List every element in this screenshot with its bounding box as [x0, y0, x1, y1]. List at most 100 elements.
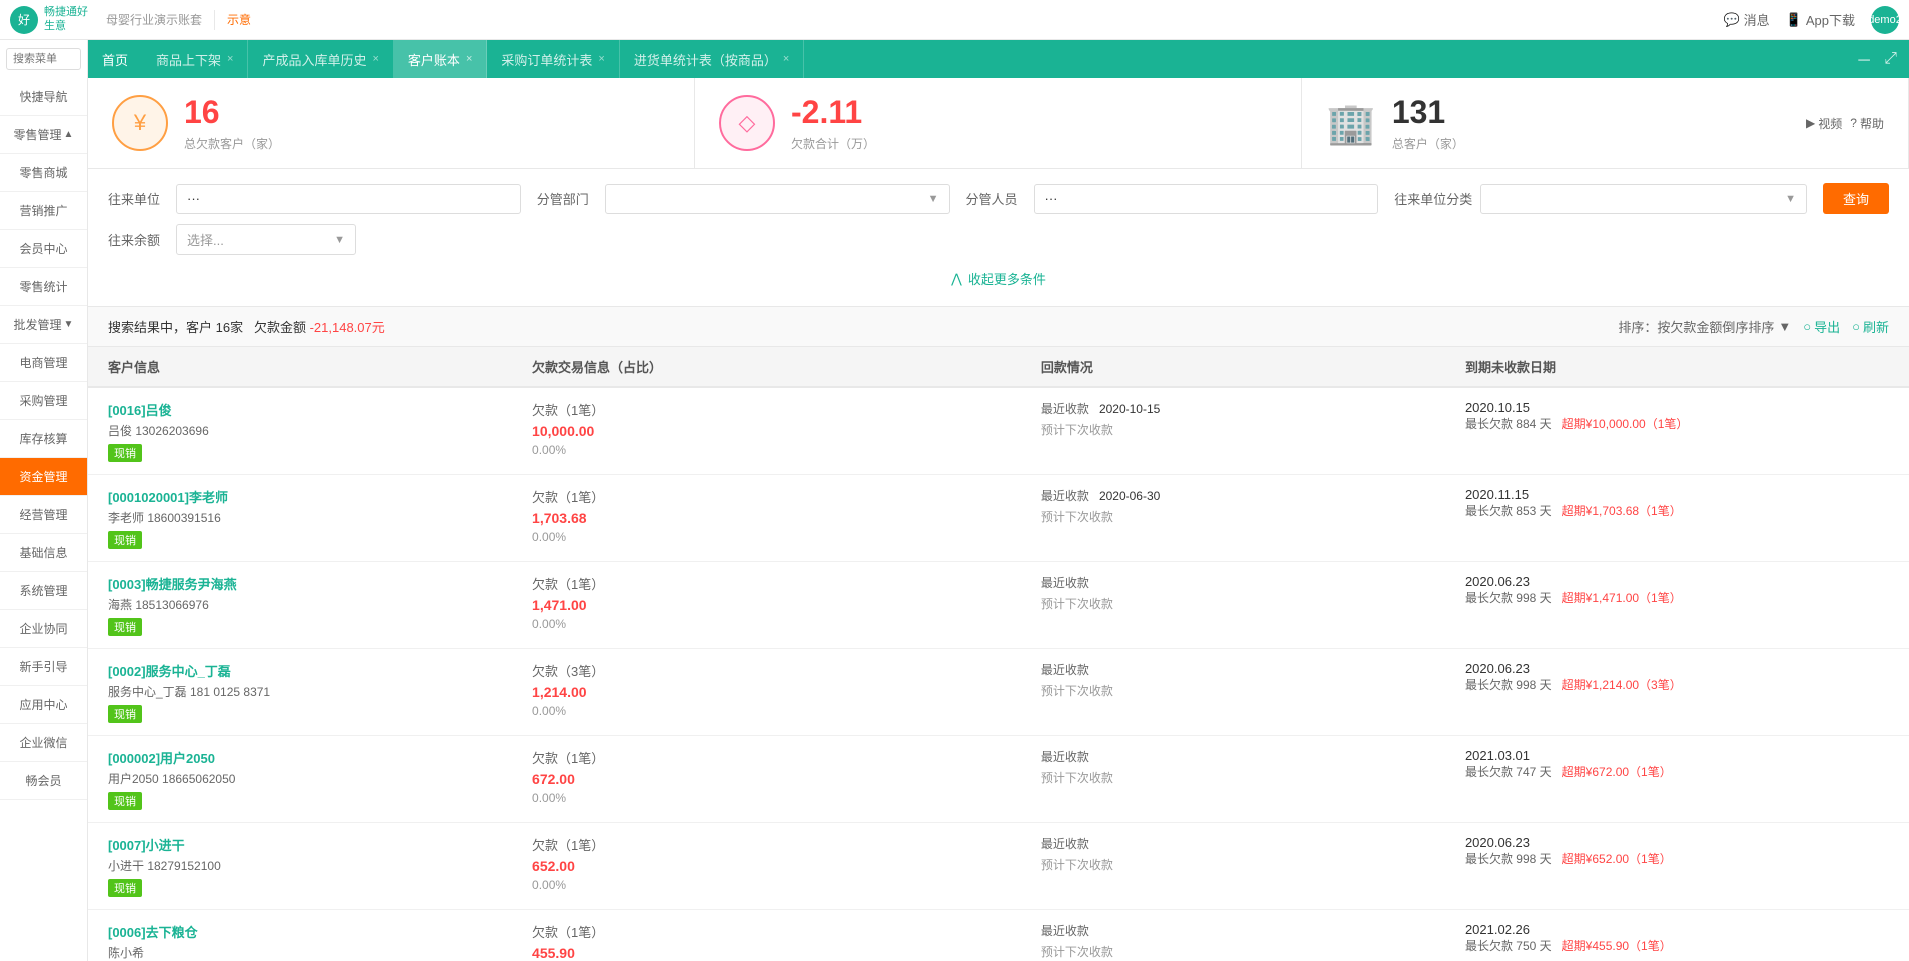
- customer-name-1[interactable]: [0016]吕俊: [108, 400, 532, 419]
- sidebar-item-retail-mall[interactable]: 零售商城: [0, 154, 87, 192]
- sidebar-item-app-center[interactable]: 应用中心: [0, 686, 87, 724]
- customer-name-7[interactable]: [0006]去下粮仓: [108, 922, 532, 941]
- tab-production-history[interactable]: 产成品入库单历史 ×: [248, 40, 393, 78]
- maximize-btn[interactable]: ⤢: [1880, 46, 1901, 72]
- homepage-link[interactable]: 示意: [227, 11, 251, 28]
- balance-select[interactable]: 选择... ▼: [176, 224, 356, 255]
- return-info-3: 最近收款 预计下次收款: [1041, 574, 1465, 612]
- sidebar-item-ecomm[interactable]: 电商管理: [0, 344, 87, 382]
- filter-row-1: 往来单位 ··· 分管部门 ▼: [108, 183, 1889, 214]
- tab-import-stats[interactable]: 进货单统计表（按商品） ×: [620, 40, 804, 78]
- tab-customer-account[interactable]: 客户账本 ×: [394, 40, 487, 78]
- sidebar-item-basic[interactable]: 基础信息: [0, 534, 87, 572]
- unit-type-label: 往来单位分类: [1394, 189, 1472, 208]
- customer-name-2[interactable]: [0001020001]李老师: [108, 487, 532, 506]
- close-icon-2[interactable]: ×: [372, 53, 378, 65]
- help-btn[interactable]: ? 帮助: [1850, 115, 1884, 132]
- return-info-2: 最近收款 2020-06-30 预计下次收款: [1041, 487, 1465, 525]
- from-unit-input[interactable]: ···: [176, 184, 521, 214]
- dept-select[interactable]: ▼: [605, 184, 950, 214]
- date-info-5: 2021.03.01 最长欠款 747 天 超期¥672.00（1笔）: [1465, 748, 1889, 780]
- play-icon: ▶: [1806, 116, 1815, 130]
- table-container: 客户信息 欠款交易信息（占比） 回款情况 到期未收款日期 [0016]吕俊 吕俊…: [88, 347, 1909, 961]
- filter-balance: 往来余额 选择... ▼: [108, 224, 1889, 255]
- customer-tag-5: 现销: [108, 792, 142, 810]
- dept-arrow-icon: ▼: [928, 193, 939, 205]
- customer-info-5: [000002]用户2050 用户2050 18665062050 现销: [108, 748, 532, 810]
- sidebar-item-marketing[interactable]: 营销推广: [0, 192, 87, 230]
- customer-info-4: [0002]服务中心_丁磊 服务中心_丁磊 181 0125 8371 现销: [108, 661, 532, 723]
- close-icon-3[interactable]: ×: [466, 53, 472, 65]
- unit-type-arrow-icon: ▼: [1785, 193, 1796, 205]
- sort-select[interactable]: 排序：按欠款金额倒序排序 ▼: [1618, 317, 1791, 336]
- search-input[interactable]: [6, 48, 81, 70]
- table-row: [0016]吕俊 吕俊 13026203696 现销 欠款（1笔） 10,000…: [88, 388, 1909, 475]
- close-icon-4[interactable]: ×: [598, 53, 604, 65]
- customer-name-6[interactable]: [0007]小进干: [108, 835, 532, 854]
- user-menu[interactable]: demo2: [1871, 6, 1899, 34]
- col-header-customer: 客户信息: [108, 357, 532, 376]
- sidebar-item-enterprise[interactable]: 企业协同: [0, 610, 87, 648]
- tab-purchase-stats[interactable]: 采购订单统计表 ×: [487, 40, 619, 78]
- export-btn[interactable]: ○ 导出: [1803, 317, 1840, 336]
- date-info-2: 2020.11.15 最长欠款 853 天 超期¥1,703.68（1笔）: [1465, 487, 1889, 519]
- date-info-6: 2020.06.23 最长欠款 998 天 超期¥652.00（1笔）: [1465, 835, 1889, 867]
- date-info-3: 2020.06.23 最长欠款 998 天 超期¥1,471.00（1笔）: [1465, 574, 1889, 606]
- close-icon[interactable]: ×: [227, 53, 233, 65]
- sidebar: 快捷导航 零售管理 ▲ 零售商城 营销推广 会员中心 零售统计 批发管理 ▼ 电…: [0, 40, 88, 961]
- search-results-bar: 搜索结果中，客户 16家 欠款金额 -21,148.07元 排序：按欠款金额倒序…: [88, 307, 1909, 347]
- customer-tag-1: 现销: [108, 444, 142, 462]
- close-icon-5[interactable]: ×: [783, 53, 789, 65]
- sidebar-item-ops[interactable]: 经营管理: [0, 496, 87, 534]
- filter-unit-type: 往来单位分类 ▼: [1394, 184, 1807, 214]
- debt-info-3: 欠款（1笔） 1,471.00 0.00%: [532, 574, 1041, 631]
- dept-label: 分管部门: [537, 189, 597, 208]
- customer-name-4[interactable]: [0002]服务中心_丁磊: [108, 661, 532, 680]
- debt-info-7: 欠款（1笔） 455.90 0.00%: [532, 922, 1041, 961]
- app-download-btn[interactable]: 📱 App下载: [1786, 10, 1855, 29]
- sidebar-item-wechat[interactable]: 企业微信: [0, 724, 87, 762]
- return-info-7: 最近收款 预计下次收款: [1041, 922, 1465, 960]
- date-info-1: 2020.10.15 最长欠款 884 天 超期¥10,000.00（1笔）: [1465, 400, 1889, 432]
- sidebar-item-system[interactable]: 系统管理: [0, 572, 87, 610]
- messages-btn[interactable]: 💬 消息: [1723, 10, 1769, 29]
- sidebar-item-finance[interactable]: 资金管理: [0, 458, 87, 496]
- stats-row: ¥ 16 总欠款客户（家） ◇ -2.11 欠款合计（万）: [88, 78, 1909, 169]
- tab-product-listing[interactable]: 商品上下架 ×: [142, 40, 248, 78]
- top-bar: 好 畅捷通好生意 母婴行业演示账套 示意 💬 消息 📱 App下载 demo2: [0, 0, 1909, 40]
- tab-actions: － ⤢: [1852, 43, 1909, 75]
- sort-actions: 排序：按欠款金额倒序排序 ▼ ○ 导出 ○ 刷新: [1618, 317, 1889, 336]
- debt-total-icon: ◇: [719, 95, 775, 151]
- from-unit-label: 往来单位: [108, 189, 168, 208]
- video-btn[interactable]: ▶ 视频: [1806, 115, 1842, 132]
- customer-info-7: [0006]去下粮仓 陈小希 现销: [108, 922, 532, 961]
- message-icon: 💬: [1723, 12, 1739, 28]
- app-name: 畅捷通好生意: [44, 6, 98, 32]
- sidebar-item-batch-mgmt[interactable]: 批发管理 ▼: [0, 306, 87, 344]
- col-header-date: 到期未收款日期: [1465, 357, 1889, 376]
- unit-type-select[interactable]: ▼: [1480, 184, 1807, 214]
- customer-name-5[interactable]: [000002]用户2050: [108, 748, 532, 767]
- sidebar-item-member-center[interactable]: 会员中心: [0, 230, 87, 268]
- refresh-btn[interactable]: ○ 刷新: [1852, 317, 1889, 336]
- customer-tag-3: 现销: [108, 618, 142, 636]
- sidebar-item-retail-mgmt[interactable]: 零售管理 ▲: [0, 116, 87, 154]
- minimize-btn[interactable]: －: [1852, 43, 1876, 75]
- customer-contact-4: 服务中心_丁磊 181 0125 8371: [108, 683, 532, 700]
- person-dots: ···: [1045, 191, 1058, 206]
- sidebar-item-inventory[interactable]: 库存核算: [0, 420, 87, 458]
- tab-home[interactable]: 首页: [88, 40, 142, 78]
- sidebar-item-retail-stats[interactable]: 零售统计: [0, 268, 87, 306]
- collapse-row[interactable]: ⋀ 收起更多条件: [108, 265, 1889, 292]
- customer-name-3[interactable]: [0003]畅捷服务尹海燕: [108, 574, 532, 593]
- customer-info-6: [0007]小进干 小进干 18279152100 现销: [108, 835, 532, 897]
- sidebar-item-purchase[interactable]: 采购管理: [0, 382, 87, 420]
- debt-info-5: 欠款（1笔） 672.00 0.00%: [532, 748, 1041, 805]
- query-button[interactable]: 查询: [1823, 183, 1889, 214]
- sidebar-item-quick-nav[interactable]: 快捷导航: [0, 78, 87, 116]
- sidebar-item-vip[interactable]: 畅会员: [0, 762, 87, 800]
- customer-info-1: [0016]吕俊 吕俊 13026203696 现销: [108, 400, 532, 462]
- person-input[interactable]: ···: [1034, 184, 1379, 214]
- filter-person: 分管人员 ···: [966, 184, 1379, 214]
- sidebar-item-guide[interactable]: 新手引导: [0, 648, 87, 686]
